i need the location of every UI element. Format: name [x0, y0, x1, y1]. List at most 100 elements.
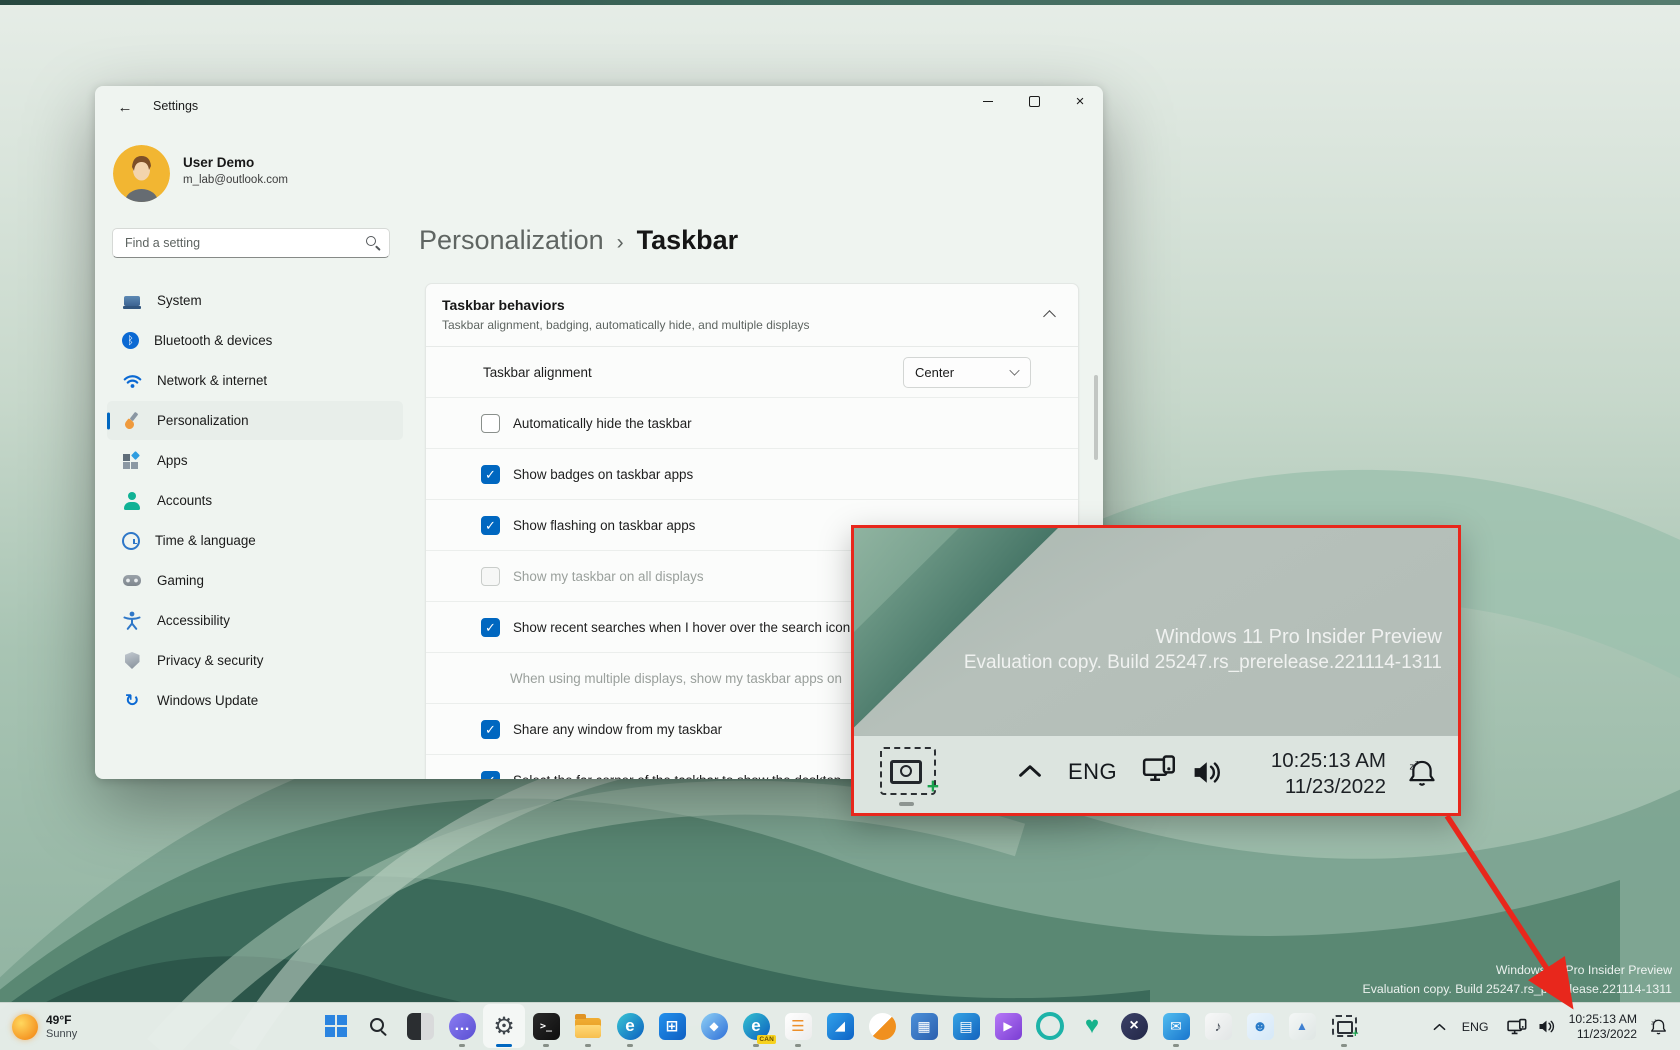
scrollbar[interactable]: [1094, 375, 1098, 460]
maximize-button[interactable]: [1011, 86, 1057, 117]
breadcrumb-separator: ›: [616, 231, 624, 254]
taskbar-app-settings[interactable]: ⚙: [483, 1004, 525, 1048]
sidebar-item-time-language[interactable]: Time & language: [107, 521, 403, 560]
xbox-icon: ×: [1120, 1012, 1148, 1040]
avatar[interactable]: [113, 145, 170, 202]
taskbar-app-mail[interactable]: ✉: [1155, 1004, 1197, 1048]
taskbar-app-edge-canary[interactable]: e CAN: [735, 1004, 777, 1048]
back-button[interactable]: ←: [109, 94, 141, 120]
page-title: Taskbar: [636, 225, 739, 255]
weather-widget[interactable]: 49°F Sunny: [12, 1003, 77, 1050]
taskbar-app-app-grid[interactable]: ▤: [945, 1004, 987, 1048]
sidebar-item-network[interactable]: Network & internet: [107, 361, 403, 400]
sidebar-item-accessibility[interactable]: Accessibility: [107, 601, 403, 640]
start-icon: [325, 1015, 347, 1037]
tray-date: 11/23/2022: [1284, 775, 1386, 798]
taskbar-app-snipping-capture[interactable]: [1323, 1004, 1365, 1048]
weather-temperature: 49°F: [46, 1012, 72, 1027]
system-tray: ENG 10:25:13 AM 11/23/2022 zz: [1433, 1003, 1680, 1050]
sidebar-item-label: Bluetooth & devices: [154, 333, 273, 348]
settings-search[interactable]: [112, 228, 390, 258]
checkbox[interactable]: [481, 770, 500, 779]
taskbar-app-store[interactable]: ⊞: [651, 1004, 693, 1048]
titlebar: ← Settings ×: [95, 86, 1103, 126]
sidebar-item-accounts[interactable]: Accounts: [107, 481, 403, 520]
sidebar-item-label: Gaming: [157, 573, 204, 588]
checkbox[interactable]: [481, 719, 500, 739]
network-icon[interactable]: [1506, 1018, 1528, 1036]
taskbar-app-search[interactable]: [357, 1004, 399, 1048]
tray-chevron-up-icon[interactable]: [1433, 1023, 1446, 1031]
accessibility-icon: [122, 611, 142, 631]
camera-app-icon: [406, 1012, 434, 1040]
notification-bell-icon[interactable]: zz: [1649, 1018, 1668, 1035]
tray-clock-zoomed: 10:25:13 AM 11/23/2022: [1236, 748, 1386, 800]
checkbox[interactable]: [481, 617, 500, 637]
update-icon: [122, 691, 142, 711]
taskbar-app-notepad[interactable]: ☰: [777, 1004, 819, 1048]
sidebar-item-windows-update[interactable]: Windows Update: [107, 681, 403, 720]
minimize-button[interactable]: [965, 86, 1011, 117]
checkbox[interactable]: [481, 464, 500, 484]
chevron-up-icon[interactable]: [1043, 310, 1056, 323]
tray-time: 10:25:13 AM: [1568, 1011, 1637, 1026]
setting-row-badges[interactable]: Show badges on taskbar apps: [426, 448, 1078, 499]
taskbar-app-edge[interactable]: e: [609, 1004, 651, 1048]
breadcrumb: Personalization › Taskbar: [419, 225, 738, 256]
sidebar-item-label: Accounts: [157, 493, 213, 508]
volume-icon[interactable]: [1538, 1019, 1557, 1034]
taskbar-app-heart-app[interactable]: ♥: [1071, 1004, 1113, 1048]
taskbar-app-camera-app[interactable]: [399, 1004, 441, 1048]
setting-row-auto-hide[interactable]: Automatically hide the taskbar: [426, 397, 1078, 448]
sidebar-item-personalization[interactable]: Personalization: [107, 401, 403, 440]
taskbar-app-file-explorer[interactable]: [567, 1004, 609, 1048]
taskbar-alignment-dropdown[interactable]: Center: [903, 356, 1031, 388]
taskbar-app-chat[interactable]: …: [441, 1004, 483, 1048]
screen-sketch-icon: ▲: [1288, 1012, 1316, 1040]
taskbar-app-terminal[interactable]: >_: [525, 1004, 567, 1048]
language-indicator[interactable]: ENG: [1462, 1020, 1489, 1034]
insider-watermark-zoomed: Windows 11 Pro Insider Preview Evaluatio…: [963, 626, 1442, 673]
taskbar-app-app-orange[interactable]: [861, 1004, 903, 1048]
search-input[interactable]: [123, 230, 357, 256]
camera-icon: [890, 760, 922, 784]
app-grid-icon: ▤: [952, 1012, 980, 1040]
sidebar-nav: System Bluetooth & devices Network & int…: [95, 280, 415, 721]
taskbar-app-voice-recorder[interactable]: ♪: [1197, 1004, 1239, 1048]
tray-date: 11/23/2022: [1576, 1026, 1637, 1041]
sidebar-item-label: Network & internet: [157, 373, 268, 388]
chat-icon: …: [448, 1012, 476, 1040]
checkbox[interactable]: [481, 515, 500, 535]
desktop: Windows 11 Pro Insider Preview Evaluatio…: [0, 0, 1680, 1050]
breadcrumb-parent[interactable]: Personalization: [419, 225, 604, 256]
taskbar-app-vscode[interactable]: ◢: [819, 1004, 861, 1048]
system-icon: [122, 291, 142, 311]
taskbar-app-xbox[interactable]: ×: [1113, 1004, 1155, 1048]
taskbar-app-calculator[interactable]: ▦: [903, 1004, 945, 1048]
taskbar-app-clipchamp[interactable]: ▶: [987, 1004, 1029, 1048]
sidebar-item-privacy[interactable]: Privacy & security: [107, 641, 403, 680]
clock-icon: [122, 531, 140, 550]
close-button[interactable]: ×: [1057, 86, 1103, 117]
chevron-up-icon: [1018, 764, 1042, 783]
sidebar-item-gaming[interactable]: Gaming: [107, 561, 403, 600]
taskbar-app-start[interactable]: [315, 1004, 357, 1048]
screen-top-edge: [0, 0, 1680, 5]
taskbar-app-people[interactable]: ☻: [1239, 1004, 1281, 1048]
tray-clock[interactable]: 10:25:13 AM 11/23/2022: [1569, 1012, 1637, 1042]
taskbar-app-photos[interactable]: ◆: [693, 1004, 735, 1048]
sidebar-item-system[interactable]: System: [107, 281, 403, 320]
vscode-icon: ◢: [826, 1012, 854, 1040]
checkbox[interactable]: [481, 413, 500, 433]
clipchamp-icon: ▶: [994, 1012, 1022, 1040]
window-title: Settings: [153, 99, 199, 113]
taskbar-behaviors-header[interactable]: Taskbar behaviors Taskbar alignment, bad…: [426, 284, 1078, 346]
sidebar-item-apps[interactable]: Apps: [107, 441, 403, 480]
sidebar-item-bluetooth[interactable]: Bluetooth & devices: [107, 321, 403, 360]
search-icon: [368, 1016, 388, 1036]
chevron-down-icon: [1009, 365, 1020, 376]
taskbar-app-loop[interactable]: [1029, 1004, 1071, 1048]
zoomed-tray-screenshot: Windows 11 Pro Insider Preview Evaluatio…: [851, 525, 1461, 816]
taskbar-app-screen-sketch[interactable]: ▲: [1281, 1004, 1323, 1048]
network-icon: [1142, 754, 1178, 789]
